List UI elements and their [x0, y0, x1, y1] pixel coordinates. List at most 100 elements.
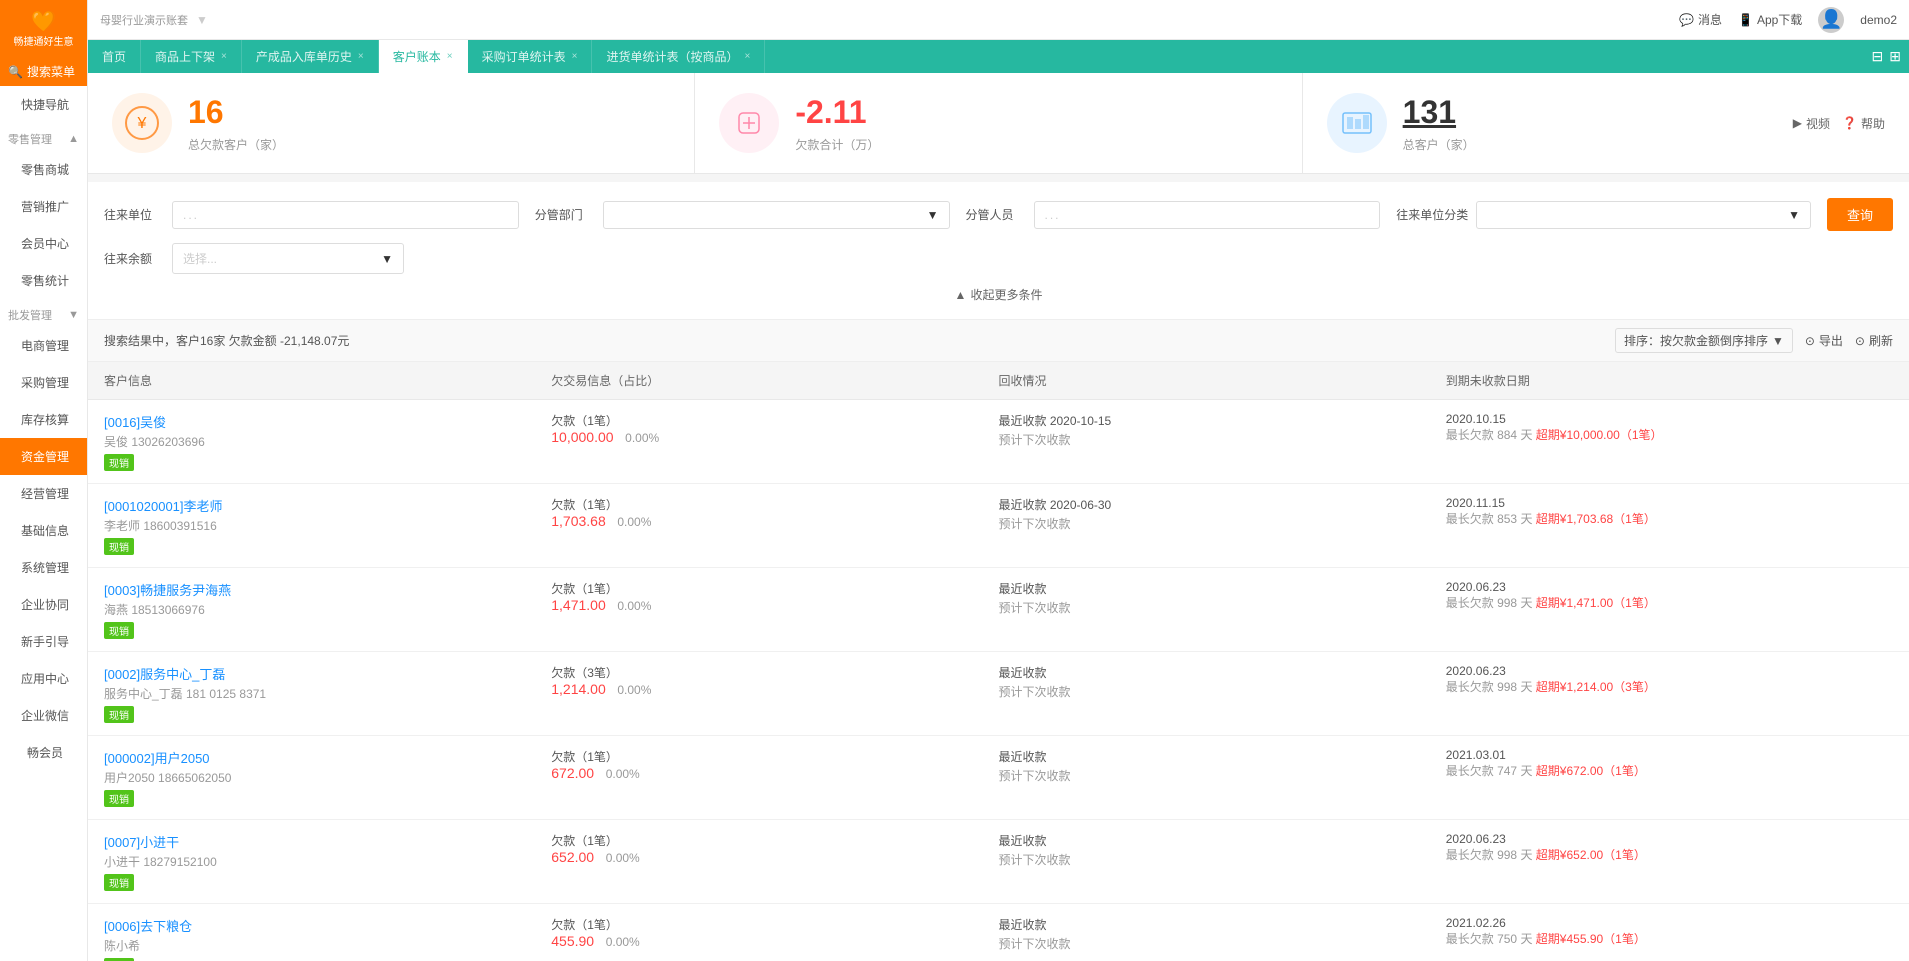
- tab-purchase-order-stats[interactable]: 采购订单统计表 ×: [468, 40, 593, 73]
- user-avatar[interactable]: 👤: [1818, 7, 1844, 33]
- filter-item-unit: 往来单位 ...: [104, 201, 519, 229]
- filter-area: 往来单位 ... 分管部门 ▼ 分管人员 ...: [88, 182, 1909, 319]
- owe-info-cell: 欠款（1笔） 1,703.68 0.00%: [551, 496, 998, 529]
- sidebar-item-finance[interactable]: 资金管理: [0, 438, 87, 475]
- overdue-link[interactable]: 超期¥1,703.68（1笔）: [1536, 512, 1656, 526]
- next-collect: 预计下次收款: [999, 683, 1446, 700]
- close-tab-icon[interactable]: ×: [744, 51, 750, 62]
- tab-home[interactable]: 首页: [88, 40, 141, 73]
- overdue-days: 最长欠款 998 天 超期¥1,471.00（1笔）: [1446, 594, 1893, 611]
- sidebar-item-member[interactable]: 会员中心: [0, 225, 87, 262]
- sidebar-item-inventory[interactable]: 库存核算: [0, 401, 87, 438]
- sidebar-item-retail-stats[interactable]: 零售统计: [0, 262, 87, 299]
- filter-input-unit[interactable]: ...: [172, 201, 519, 229]
- app-logo: 🧡 畅捷通好生意: [0, 0, 87, 57]
- customer-phone: 服务中心_丁磊 181 0125 8371: [104, 685, 551, 702]
- owe-ratio: 0.00%: [606, 767, 640, 781]
- owe-amount[interactable]: 10,000.00: [551, 429, 613, 445]
- collapse-btn[interactable]: ▲ 收起更多条件: [955, 286, 1043, 303]
- overdue-link[interactable]: 超期¥672.00（1笔）: [1536, 764, 1646, 778]
- sidebar-item-newbie[interactable]: 新手引导: [0, 623, 87, 660]
- overdue-link[interactable]: 超期¥455.90（1笔）: [1536, 932, 1646, 946]
- owe-label: 欠款（1笔）: [551, 412, 998, 429]
- sidebar-item-system[interactable]: 系统管理: [0, 549, 87, 586]
- filter-select-balance[interactable]: 选择... ▼: [172, 243, 404, 274]
- tab-minimize-icon[interactable]: ⊟: [1872, 48, 1884, 65]
- app-download-btn[interactable]: 📱 App下载: [1738, 11, 1802, 28]
- sidebar-item-purchase[interactable]: 采购管理: [0, 364, 87, 401]
- close-tab-icon[interactable]: ×: [447, 51, 453, 62]
- close-tab-icon[interactable]: ×: [572, 51, 578, 62]
- owe-label: 欠款（1笔）: [551, 748, 998, 765]
- payback-cell: 最近收款 预计下次收款: [999, 748, 1446, 784]
- customer-name-link[interactable]: [0016]吴俊: [104, 412, 551, 431]
- due-date: 2021.03.01: [1446, 748, 1893, 762]
- arrow-icon: ▲: [68, 133, 79, 145]
- sidebar-item-operations[interactable]: 经营管理: [0, 475, 87, 512]
- close-tab-icon[interactable]: ×: [358, 51, 364, 62]
- sort-select[interactable]: 排序：按欠款金额倒序排序 ▼: [1615, 328, 1793, 353]
- due-date-cell: 2020.10.15 最长欠款 884 天 超期¥10,000.00（1笔）: [1446, 412, 1893, 443]
- overdue-link[interactable]: 超期¥1,214.00（3笔）: [1536, 680, 1656, 694]
- customer-name-link[interactable]: [0003]畅捷服务尹海燕: [104, 580, 551, 599]
- sidebar-item-retail-manage[interactable]: 零售管理 ▲: [0, 123, 87, 151]
- download-icon: 📱: [1738, 13, 1753, 27]
- customer-name-link[interactable]: [0007]小进干: [104, 832, 551, 851]
- filter-label-unit: 往来单位: [104, 206, 164, 223]
- customer-name-link[interactable]: [0001020001]李老师: [104, 496, 551, 515]
- overdue-days: 最长欠款 884 天 超期¥10,000.00（1笔）: [1446, 426, 1893, 443]
- filter-select-unit-category[interactable]: ▼: [1476, 201, 1811, 229]
- customer-phone: 陈小希: [104, 937, 551, 954]
- close-tab-icon[interactable]: ×: [221, 51, 227, 62]
- refresh-btn[interactable]: ⊙ 刷新: [1855, 332, 1893, 349]
- owe-label: 欠款（1笔）: [551, 580, 998, 597]
- customer-name-link[interactable]: [000002]用户2050: [104, 748, 551, 767]
- overdue-link[interactable]: 超期¥1,471.00（1笔）: [1536, 596, 1656, 610]
- due-date-cell: 2021.02.26 最长欠款 750 天 超期¥455.90（1笔）: [1446, 916, 1893, 947]
- owe-info-cell: 欠款（1笔） 652.00 0.00%: [551, 832, 998, 865]
- tab-incoming-stats[interactable]: 进货单统计表（按商品） ×: [592, 40, 765, 73]
- owe-amount[interactable]: 455.90: [551, 933, 594, 949]
- overdue-link[interactable]: 超期¥652.00（1笔）: [1536, 848, 1646, 862]
- owe-label: 欠款（1笔）: [551, 916, 998, 933]
- message-btn[interactable]: 💬 消息: [1679, 11, 1722, 28]
- sidebar-item-basic-info[interactable]: 基础信息: [0, 512, 87, 549]
- sidebar-item-search[interactable]: 🔍 搜索菜单: [0, 57, 87, 86]
- tab-product-listing[interactable]: 商品上下架 ×: [141, 40, 242, 73]
- owe-amount[interactable]: 672.00: [551, 765, 594, 781]
- stat-label-total-customers: 总客户（家）: [1403, 136, 1475, 153]
- customer-info-cell: [0006]去下粮仓 陈小希 现销: [104, 916, 551, 961]
- sidebar-item-retail-mall[interactable]: 零售商城: [0, 151, 87, 188]
- filter-input-person[interactable]: ...: [1034, 201, 1381, 229]
- filter-label-dept: 分管部门: [535, 206, 595, 223]
- owe-ratio: 0.00%: [606, 935, 640, 949]
- owe-amount[interactable]: 652.00: [551, 849, 594, 865]
- sidebar-item-member-plus[interactable]: 畅会员: [0, 734, 87, 771]
- sidebar-item-marketing[interactable]: 营销推广: [0, 188, 87, 225]
- search-button[interactable]: 查询: [1827, 198, 1893, 231]
- owe-amount[interactable]: 1,214.00: [551, 681, 606, 697]
- tab-customer-ledger[interactable]: 客户账本 ×: [379, 40, 468, 73]
- tab-expand-icon[interactable]: ⊞: [1889, 48, 1901, 65]
- tab-production-history[interactable]: 产成品入库单历史 ×: [242, 40, 379, 73]
- export-btn[interactable]: ⊙ 导出: [1805, 332, 1843, 349]
- due-date-cell: 2021.03.01 最长欠款 747 天 超期¥672.00（1笔）: [1446, 748, 1893, 779]
- filter-select-dept[interactable]: ▼: [603, 201, 950, 229]
- owe-amount[interactable]: 1,703.68: [551, 513, 606, 529]
- sidebar-item-enterprise-collab[interactable]: 企业协同: [0, 586, 87, 623]
- sidebar-item-app-center[interactable]: 应用中心: [0, 660, 87, 697]
- sidebar-item-wholesale[interactable]: 批发管理 ▼: [0, 299, 87, 327]
- help-btn[interactable]: ❓ 帮助: [1842, 115, 1885, 132]
- result-summary: 搜索结果中，客户16家 欠款金额 -21,148.07元: [104, 332, 349, 349]
- sidebar-item-enterprise-wechat[interactable]: 企业微信: [0, 697, 87, 734]
- owe-amount[interactable]: 1,471.00: [551, 597, 606, 613]
- sidebar-item-ecommerce[interactable]: 电商管理: [0, 327, 87, 364]
- sidebar-item-quick-nav[interactable]: 快捷导航: [0, 86, 87, 123]
- customer-name-link[interactable]: [0006]去下粮仓: [104, 916, 551, 935]
- video-btn[interactable]: ▶ 视频: [1793, 115, 1830, 132]
- customer-name-link[interactable]: [0002]服务中心_丁磊: [104, 664, 551, 683]
- overdue-link[interactable]: 超期¥10,000.00（1笔）: [1536, 428, 1663, 442]
- stat-info-owe-customers: 16 总欠款客户（家）: [188, 93, 284, 152]
- customer-phone: 用户2050 18665062050: [104, 769, 551, 786]
- chevron-down-icon: ▼: [927, 208, 939, 222]
